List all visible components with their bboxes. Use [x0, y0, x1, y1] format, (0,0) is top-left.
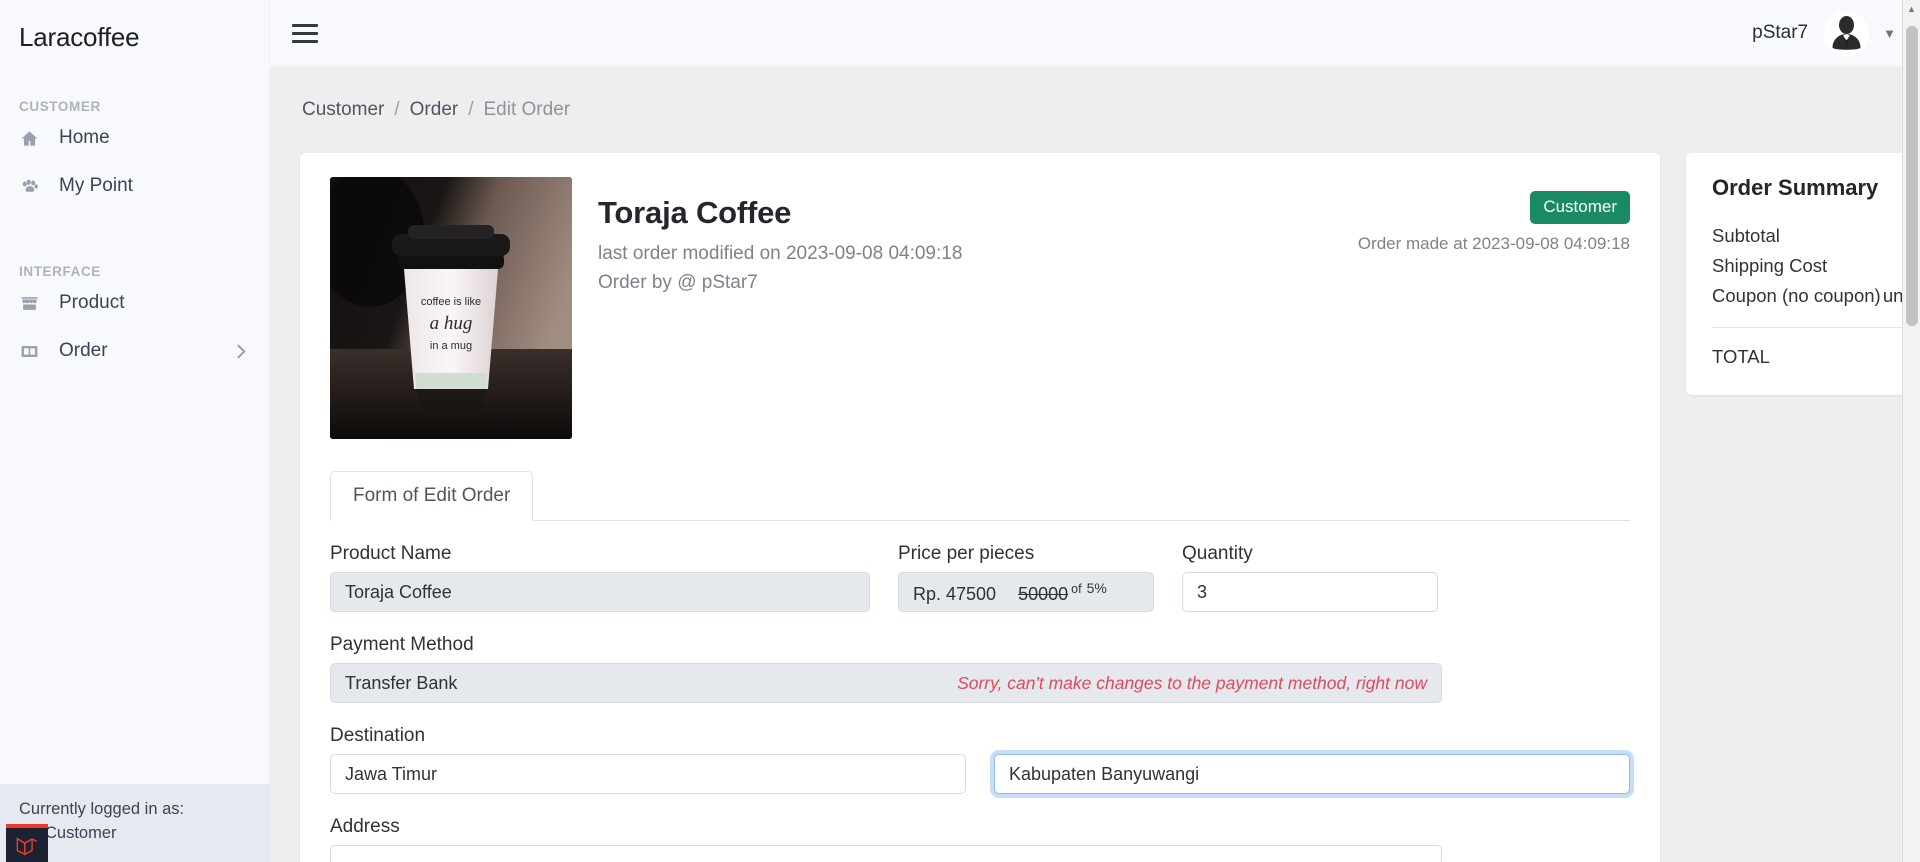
payment-method-note: Sorry, can't make changes to the payment…	[957, 672, 1427, 693]
home-icon	[19, 127, 45, 149]
brand-logo[interactable]: Laracoffee	[0, 0, 269, 53]
summary-divider	[1712, 327, 1920, 328]
destination-province-select[interactable]: Jawa Timur	[330, 754, 966, 794]
destination-city-select[interactable]: Kabupaten Banyuwangi	[994, 754, 1630, 794]
order-header: coffee is like a hug in a mug Toraja Cof…	[330, 177, 1630, 439]
summary-row-total: TOTAL Rp. 148500	[1712, 342, 1920, 369]
edit-order-form: Product Name Toraja Coffee Price per pie…	[330, 521, 1630, 862]
breadcrumb-current: Edit Order	[483, 99, 571, 120]
sidebar: Laracoffee CUSTOMER Home My Point INTERF…	[0, 0, 270, 862]
sidebar-item-product[interactable]: Product	[0, 279, 269, 327]
destination-row: Jawa Timur Kabupaten Banyuwangi	[330, 754, 1630, 794]
field-quantity: Quantity 3	[1182, 543, 1438, 612]
price-value: Rp. 47500	[913, 583, 997, 604]
sidebar-item-order[interactable]: Order	[0, 327, 269, 375]
sidebar-item-label: Home	[59, 127, 110, 149]
avatar[interactable]	[1824, 10, 1870, 56]
summary-total-label: TOTAL	[1712, 346, 1770, 367]
chevron-right-icon	[236, 343, 247, 360]
hamburger-icon[interactable]	[292, 21, 318, 45]
product-image: coffee is like a hug in a mug	[330, 177, 572, 439]
breadcrumb-separator: /	[394, 99, 400, 120]
tab-bar: Form of Edit Order	[330, 471, 1630, 521]
svg-text:in a mug: in a mug	[430, 340, 472, 352]
laravel-logo	[6, 824, 48, 862]
label-product-name: Product Name	[330, 543, 452, 564]
order-by: Order by @ pStar7	[598, 272, 758, 294]
content-row: coffee is like a hug in a mug Toraja Cof…	[300, 153, 1920, 862]
label-destination: Destination	[330, 725, 426, 746]
logged-in-label: Currently logged in as:	[19, 800, 185, 819]
order-summary-card: Order Summary Subtotal Rp. 142500 Shippi…	[1686, 153, 1920, 395]
order-info: Toraja Coffee last order modified on 202…	[598, 177, 1332, 439]
label-price: Price per pieces	[898, 543, 1035, 564]
summary-title: Order Summary	[1712, 175, 1879, 200]
svg-text:a hug: a hug	[430, 313, 473, 334]
sidebar-footer: Currently logged in as: Customer	[0, 784, 270, 862]
price-original: 50000	[1018, 583, 1069, 604]
summary-label: Shipping Cost	[1712, 255, 1828, 276]
columns-icon	[19, 340, 45, 362]
tab-form-of-edit-order[interactable]: Form of Edit Order	[330, 471, 534, 521]
field-destination: Destination Jawa Timur Kabupaten Banyuwa…	[330, 725, 1630, 794]
label-address: Address	[330, 816, 400, 837]
breadcrumb-item-order[interactable]: Order	[410, 99, 459, 121]
sidebar-item-label: Order	[59, 340, 108, 362]
breadcrumb: Customer / Order / Edit Order	[300, 93, 1890, 121]
form-row-1: Product Name Toraja Coffee Price per pie…	[330, 543, 1630, 634]
user-name: pStar7	[1752, 22, 1809, 43]
summary-row-shipping: Shipping Cost Rp. 6000	[1712, 251, 1920, 281]
breadcrumb-separator: /	[468, 99, 474, 120]
order-meta: Customer Order made at 2023-09-08 04:09:…	[1358, 177, 1630, 439]
quantity-input[interactable]: 3	[1182, 572, 1438, 612]
sidebar-heading-interface: INTERFACE	[19, 264, 101, 280]
field-price: Price per pieces Rp. 47500 50000 of 5%	[898, 543, 1154, 612]
address-input[interactable]	[330, 845, 1442, 862]
page-title: Toraja Coffee	[598, 195, 792, 230]
page-content: Customer / Order / Edit Order coffee is …	[270, 67, 1920, 862]
svg-text:coffee is like: coffee is like	[421, 296, 481, 308]
status-badge: Customer	[1530, 191, 1630, 224]
topbar: pStar7 ▼	[270, 0, 1920, 67]
vertical-scrollbar[interactable]: ▲	[1902, 0, 1920, 862]
label-quantity: Quantity	[1182, 543, 1253, 564]
app-root: Laracoffee CUSTOMER Home My Point INTERF…	[0, 0, 1920, 862]
scroll-up-arrow-icon[interactable]: ▲	[1903, 0, 1920, 18]
field-payment-method: Payment Method Transfer Bank Sorry, can'…	[330, 634, 1442, 703]
price-of-label: of	[1071, 581, 1082, 596]
main-region: pStar7 ▼ Customer / Order / Edit Order c…	[270, 0, 1920, 862]
order-card: coffee is like a hug in a mug Toraja Cof…	[300, 153, 1660, 862]
order-made-at: Order made at 2023-09-08 04:09:18	[1357, 234, 1630, 253]
payment-method-value: Transfer Bank	[345, 672, 458, 693]
summary-label: Subtotal	[1712, 225, 1780, 246]
label-payment-method: Payment Method	[330, 634, 474, 655]
field-address: Address	[330, 816, 1630, 862]
summary-row-subtotal: Subtotal Rp. 142500	[1712, 221, 1920, 251]
order-modified: last order modified on 2023-09-08 04:09:…	[598, 243, 963, 264]
sidebar-item-label: My Point	[59, 175, 133, 197]
product-name-input: Toraja Coffee	[330, 572, 870, 612]
summary-label: Coupon (no coupon)	[1712, 285, 1881, 306]
sidebar-heading-customer: CUSTOMER	[19, 99, 101, 115]
sidebar-item-home[interactable]: Home	[0, 114, 269, 162]
sidebar-item-my-point[interactable]: My Point	[0, 162, 269, 210]
payment-method-input: Transfer Bank Sorry, can't make changes …	[330, 663, 1442, 703]
breadcrumb-item-customer[interactable]: Customer	[302, 99, 384, 121]
field-product-name: Product Name Toraja Coffee	[330, 543, 870, 612]
price-input: Rp. 47500 50000 of 5%	[898, 572, 1154, 612]
price-discount: 5%	[1086, 579, 1107, 596]
summary-row-coupon: Coupon (no coupon) undefined coupon	[1712, 281, 1920, 311]
logged-in-role: Customer	[45, 824, 117, 843]
caret-down-icon[interactable]: ▼	[1883, 26, 1896, 41]
sidebar-item-label: Product	[59, 292, 125, 314]
store-icon	[19, 292, 45, 314]
scrollbar-thumb[interactable]	[1906, 26, 1918, 326]
paw-icon	[19, 175, 45, 197]
